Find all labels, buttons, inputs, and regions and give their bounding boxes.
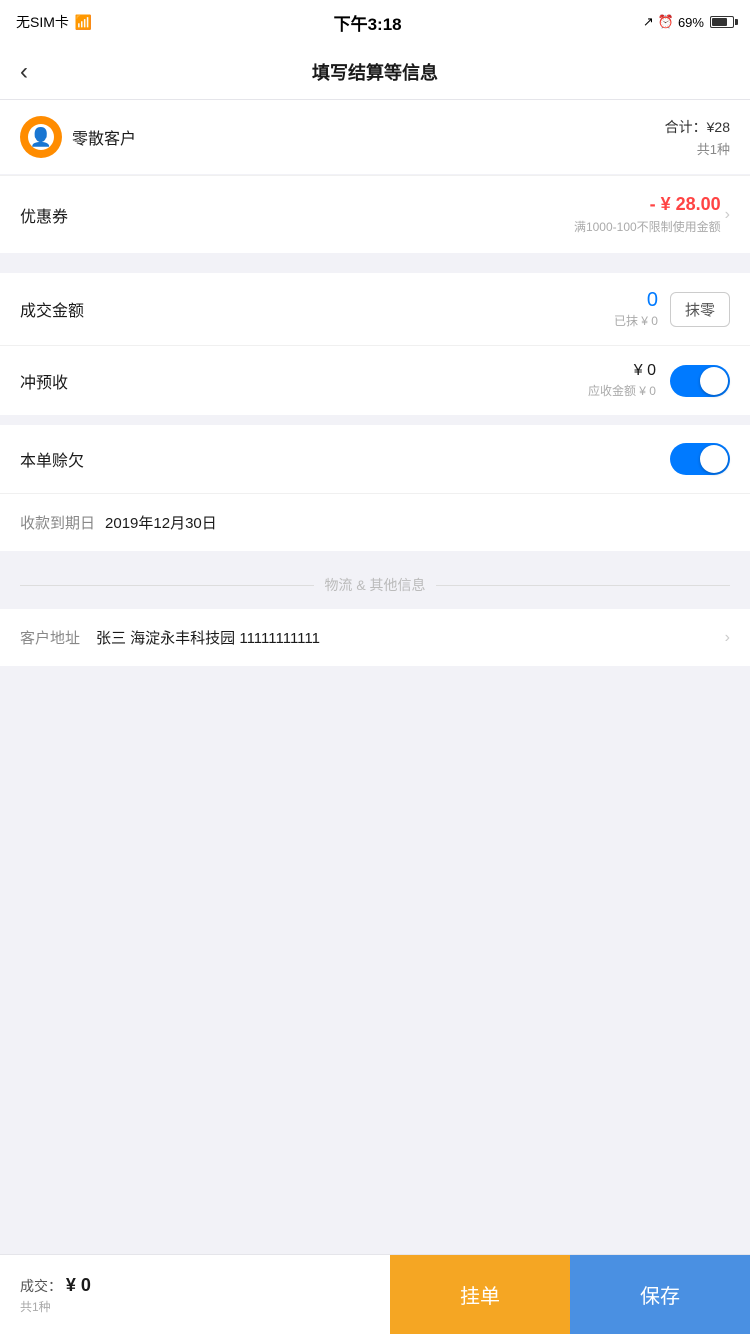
logistics-text: 物流 & 其他信息: [20, 575, 730, 595]
battery-icon: [710, 16, 734, 28]
wifi-icon: 📶: [75, 14, 92, 31]
status-right: ↗ ⏰ 69%: [643, 14, 734, 30]
section-divider-1: [0, 263, 750, 273]
coupon-right-wrapper: - ¥ 28.00 满1000-100不限制使用金额 ›: [574, 194, 730, 235]
coupon-row[interactable]: 优惠券 - ¥ 28.00 满1000-100不限制使用金额 ›: [0, 175, 750, 253]
page-title: 填写结算等信息: [312, 59, 438, 85]
prereceive-label: 冲预收: [20, 369, 68, 393]
back-button[interactable]: ‹: [20, 60, 28, 84]
hold-button[interactable]: 挂单: [390, 1255, 570, 1334]
coupon-right: - ¥ 28.00 满1000-100不限制使用金额: [574, 194, 721, 235]
due-date-label: 收款到期日: [20, 512, 95, 533]
prereceive-row: 冲预收 ¥ 0 应收金额 ¥ 0: [0, 346, 750, 415]
address-label: 客户地址: [20, 627, 80, 648]
prereceive-right: ¥ 0 应收金额 ¥ 0: [588, 362, 730, 399]
transaction-label: 成交金额: [20, 297, 84, 321]
total-count: 共1种: [665, 139, 730, 158]
address-row[interactable]: 客户地址 张三 海淀永丰科技园 11111111111 ›: [0, 609, 750, 666]
status-left: 无SIM卡 📶: [16, 12, 92, 32]
debt-label: 本单赊欠: [20, 447, 84, 471]
transaction-section: 成交金额 0 已抹 ¥ 0 抹零 冲预收 ¥ 0 应收金额 ¥ 0: [0, 273, 750, 415]
save-button-label: 保存: [640, 1280, 680, 1309]
prereceive-sub: 应收金额 ¥ 0: [588, 382, 656, 399]
deal-amount: ¥ 0: [66, 1275, 91, 1295]
due-date-row: 收款到期日 2019年12月30日: [0, 493, 750, 551]
customer-section: 👤 零散客户 合计：¥28 共1种 优惠券 - ¥ 28.00 满1000-10…: [0, 100, 750, 253]
signal-text: 无SIM卡: [16, 12, 69, 32]
debt-section: 本单赊欠 收款到期日 2019年12月30日: [0, 425, 750, 551]
transaction-sub: 已抹 ¥ 0: [614, 312, 658, 329]
prereceive-main: ¥ 0: [588, 362, 656, 380]
bottom-bar: 成交： ¥ 0 共1种 挂单 保存: [0, 1254, 750, 1334]
customer-row: 👤 零散客户 合计：¥28 共1种: [0, 100, 750, 175]
debt-row: 本单赊欠: [0, 425, 750, 493]
prereceive-amounts: ¥ 0 应收金额 ¥ 0: [588, 362, 656, 399]
transaction-right-col: 0 已抹 ¥ 0: [614, 289, 658, 329]
section-divider-2: [0, 415, 750, 425]
transaction-right: 0 已抹 ¥ 0 抹零: [614, 289, 730, 329]
avatar-face: 👤: [30, 127, 52, 148]
bottom-summary: 成交： ¥ 0 共1种: [0, 1275, 390, 1315]
toggle-knob: [700, 367, 728, 395]
coupon-desc: 满1000-100不限制使用金额: [574, 218, 721, 235]
debt-toggle-knob: [700, 445, 728, 473]
address-chevron-icon: ›: [725, 629, 730, 647]
due-date-value: 2019年12月30日: [105, 512, 217, 533]
logistics-label: 物流 & 其他信息: [324, 575, 425, 595]
location-icon: ↗: [643, 14, 654, 30]
hold-button-label: 挂单: [460, 1280, 500, 1309]
debt-toggle[interactable]: [670, 443, 730, 475]
logistics-divider: 物流 & 其他信息: [0, 561, 750, 609]
empty-area: [0, 676, 750, 876]
bottom-deal: 成交： ¥ 0: [20, 1275, 370, 1296]
customer-avatar: 👤: [20, 116, 62, 158]
prereceive-toggle[interactable]: [670, 365, 730, 397]
nav-bar: ‹ 填写结算等信息: [0, 44, 750, 100]
alarm-icon: ⏰: [658, 14, 674, 30]
coupon-label: 优惠券: [20, 203, 68, 227]
customer-name: 零散客户: [72, 125, 136, 149]
customer-right: 合计：¥28 共1种: [665, 117, 730, 158]
avatar-inner: 👤: [28, 124, 54, 150]
address-section: 客户地址 张三 海淀永丰科技园 11111111111 ›: [0, 609, 750, 666]
battery-text: 69%: [678, 15, 704, 30]
total-label: 合计：¥28: [665, 117, 730, 137]
customer-left: 👤 零散客户: [20, 116, 136, 158]
status-time: 下午3:18: [334, 10, 402, 35]
coupon-amount: - ¥ 28.00: [574, 194, 721, 215]
transaction-value: 0: [614, 289, 658, 312]
save-button[interactable]: 保存: [570, 1255, 750, 1334]
chevron-right-icon: ›: [725, 206, 730, 224]
deal-label: 成交：: [20, 1278, 62, 1294]
bottom-count: 共1种: [20, 1298, 370, 1315]
transaction-row: 成交金额 0 已抹 ¥ 0 抹零: [0, 273, 750, 346]
address-value: 张三 海淀永丰科技园 11111111111: [96, 627, 721, 648]
status-bar: 无SIM卡 📶 下午3:18 ↗ ⏰ 69%: [0, 0, 750, 44]
round-button[interactable]: 抹零: [670, 292, 730, 327]
content: 👤 零散客户 合计：¥28 共1种 优惠券 - ¥ 28.00 满1000-10…: [0, 100, 750, 976]
